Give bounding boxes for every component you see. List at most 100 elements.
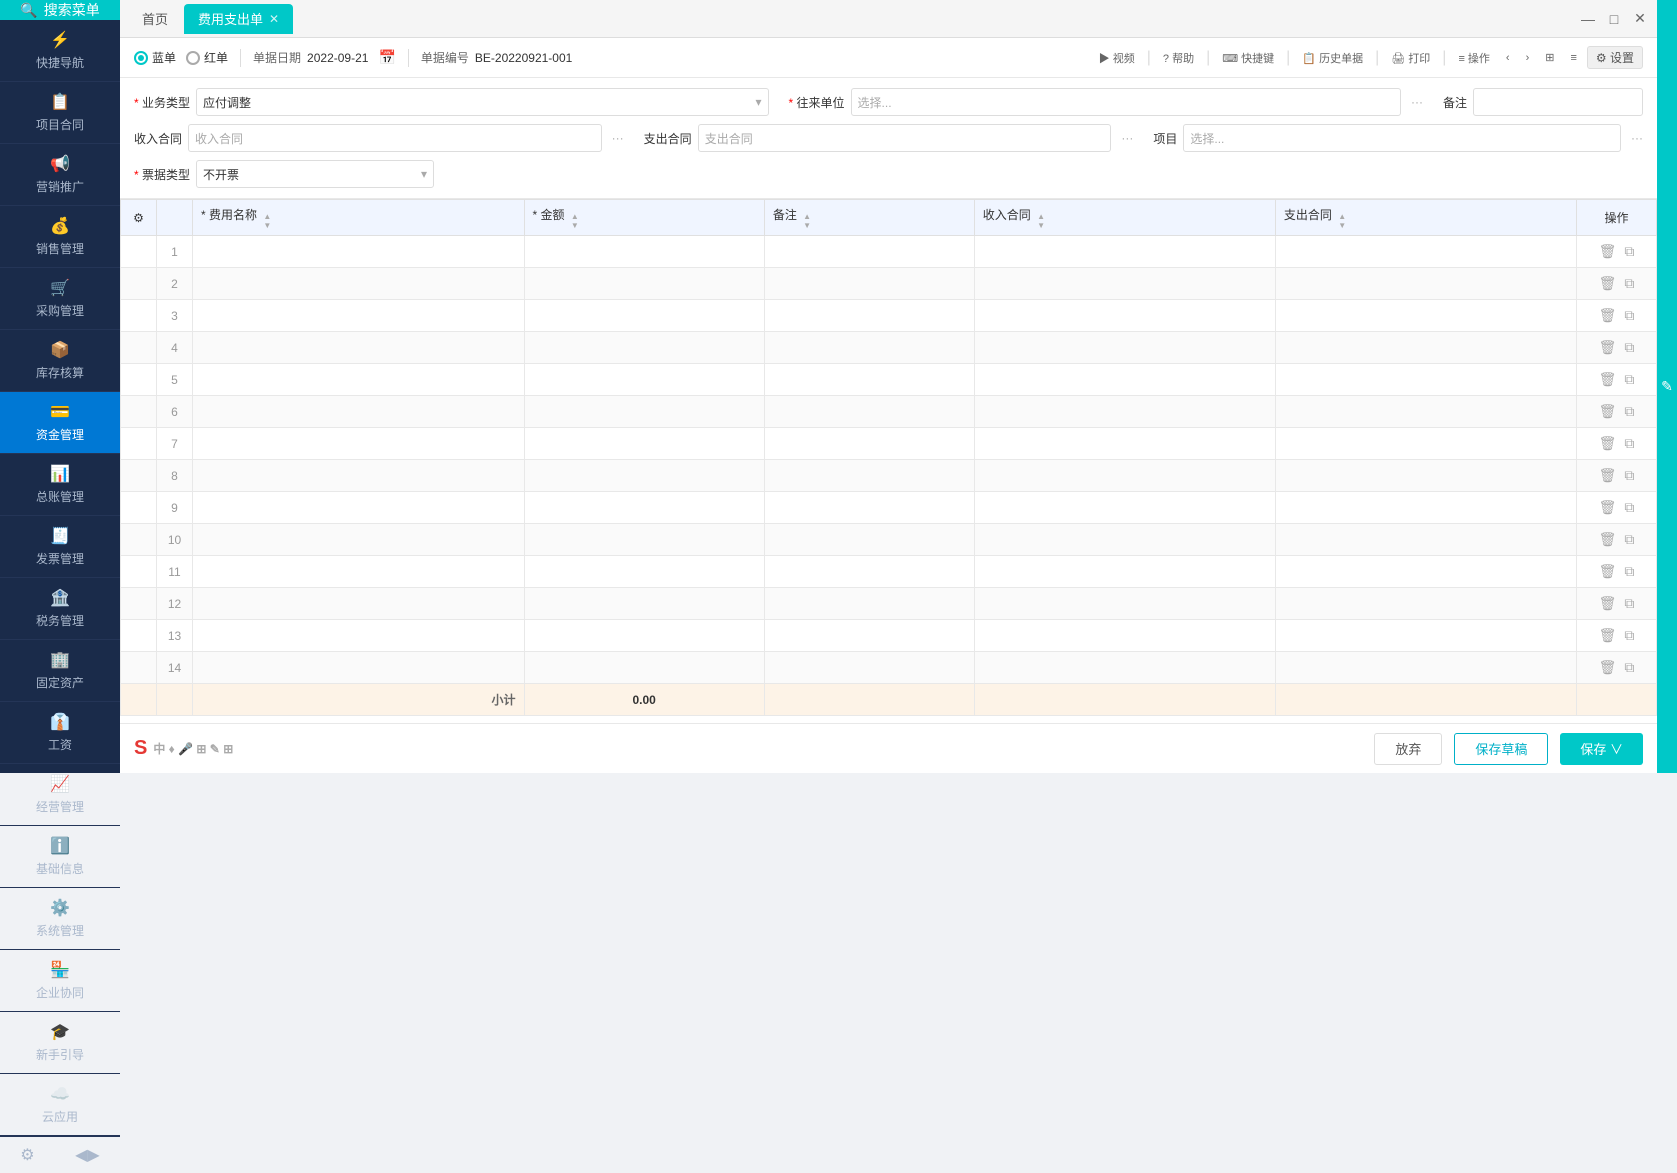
cell-income-contract-12[interactable]: [974, 588, 1275, 620]
sidebar-item-sales[interactable]: 💰 销售管理: [0, 206, 120, 268]
print-btn[interactable]: 🖨 打印: [1385, 48, 1436, 68]
radio-red[interactable]: 红单: [186, 49, 228, 66]
delete-icon-6[interactable]: 🗑: [1599, 403, 1617, 420]
sidebar-item-enterprise[interactable]: 🏪 企业协同: [0, 950, 120, 1012]
sidebar-item-salary[interactable]: 👔 工资: [0, 702, 120, 764]
project-more[interactable]: ···: [1631, 131, 1643, 145]
partner-input[interactable]: 选择...: [851, 88, 1401, 116]
cell-amount-3[interactable]: [524, 300, 764, 332]
cell-remark-1[interactable]: [764, 236, 974, 268]
col-amount[interactable]: * 金额 ▲▼: [524, 200, 764, 236]
cell-remark-6[interactable]: [764, 396, 974, 428]
window-close[interactable]: ✕: [1631, 10, 1649, 28]
speaker-icon[interactable]: ◀▶: [75, 1145, 100, 1165]
radio-blue[interactable]: 蓝单: [134, 49, 176, 66]
copy-icon-9[interactable]: ⧉: [1624, 499, 1634, 516]
sidebar-item-capital[interactable]: 💳 资金管理: [0, 392, 120, 454]
cell-remark-5[interactable]: [764, 364, 974, 396]
delete-icon-7[interactable]: 🗑: [1599, 435, 1617, 452]
copy-icon-10[interactable]: ⧉: [1624, 531, 1634, 548]
grid-view[interactable]: ⊞: [1539, 49, 1560, 66]
cell-expense-name-7[interactable]: [193, 428, 525, 460]
cell-expense-contract-1[interactable]: [1275, 236, 1576, 268]
cell-expense-name-13[interactable]: [193, 620, 525, 652]
delete-icon-8[interactable]: 🗑: [1599, 467, 1617, 484]
cell-amount-14[interactable]: [524, 652, 764, 684]
video-btn[interactable]: ▶ 视频: [1093, 48, 1141, 68]
cell-amount-4[interactable]: [524, 332, 764, 364]
cell-income-contract-11[interactable]: [974, 556, 1275, 588]
sidebar-item-inventory[interactable]: 📦 库存核算: [0, 330, 120, 392]
cell-income-contract-4[interactable]: [974, 332, 1275, 364]
list-view[interactable]: ≡: [1564, 50, 1582, 66]
cell-expense-name-12[interactable]: [193, 588, 525, 620]
sidebar-item-base-info[interactable]: ℹ️ 基础信息: [0, 826, 120, 888]
copy-icon-7[interactable]: ⧉: [1624, 435, 1634, 452]
date-value[interactable]: 2022-09-21: [307, 51, 368, 65]
income-contract-input[interactable]: 收入合同: [188, 124, 602, 152]
cell-amount-13[interactable]: [524, 620, 764, 652]
settings-icon[interactable]: ⚙: [20, 1145, 34, 1165]
copy-icon-1[interactable]: ⧉: [1624, 243, 1634, 260]
sidebar-item-invoice[interactable]: 🧾 发票管理: [0, 516, 120, 578]
delete-icon-13[interactable]: 🗑: [1599, 627, 1617, 644]
delete-icon-9[interactable]: 🗑: [1599, 499, 1617, 516]
sidebar-header[interactable]: 🔍 搜索菜单: [0, 0, 120, 20]
cell-expense-contract-14[interactable]: [1275, 652, 1576, 684]
cell-remark-2[interactable]: [764, 268, 974, 300]
notes-input[interactable]: [1473, 88, 1643, 116]
sidebar-item-accounting[interactable]: 📊 总账管理: [0, 454, 120, 516]
cell-expense-name-6[interactable]: [193, 396, 525, 428]
sidebar-item-system[interactable]: ⚙️ 系统管理: [0, 888, 120, 950]
cell-income-contract-7[interactable]: [974, 428, 1275, 460]
cell-expense-contract-6[interactable]: [1275, 396, 1576, 428]
copy-icon-5[interactable]: ⧉: [1624, 371, 1634, 388]
cell-amount-9[interactable]: [524, 492, 764, 524]
copy-icon-8[interactable]: ⧉: [1624, 467, 1634, 484]
delete-icon-11[interactable]: 🗑: [1599, 563, 1617, 580]
cell-expense-name-4[interactable]: [193, 332, 525, 364]
cell-remark-14[interactable]: [764, 652, 974, 684]
cell-remark-3[interactable]: [764, 300, 974, 332]
cell-remark-4[interactable]: [764, 332, 974, 364]
col-expense-name[interactable]: * 费用名称 ▲▼: [193, 200, 525, 236]
cell-expense-contract-2[interactable]: [1275, 268, 1576, 300]
partner-more[interactable]: ···: [1411, 95, 1423, 109]
delete-icon-14[interactable]: 🗑: [1599, 659, 1617, 676]
cell-expense-name-14[interactable]: [193, 652, 525, 684]
cell-amount-11[interactable]: [524, 556, 764, 588]
cell-amount-6[interactable]: [524, 396, 764, 428]
sidebar-item-project-contract[interactable]: 📋 项目合同: [0, 82, 120, 144]
number-value[interactable]: BE-20220921-001: [475, 51, 572, 65]
project-input[interactable]: 选择...: [1183, 124, 1621, 152]
cell-expense-name-11[interactable]: [193, 556, 525, 588]
cell-expense-contract-8[interactable]: [1275, 460, 1576, 492]
cell-expense-contract-7[interactable]: [1275, 428, 1576, 460]
col-income-contract[interactable]: 收入合同 ▲▼: [974, 200, 1275, 236]
nav-next[interactable]: ›: [1520, 50, 1536, 66]
copy-icon-13[interactable]: ⧉: [1624, 627, 1634, 644]
cell-expense-name-2[interactable]: [193, 268, 525, 300]
cell-income-contract-1[interactable]: [974, 236, 1275, 268]
cell-income-contract-3[interactable]: [974, 300, 1275, 332]
cell-expense-contract-10[interactable]: [1275, 524, 1576, 556]
sidebar-item-quick-nav[interactable]: ⚡ 快捷导航: [0, 20, 120, 82]
cell-income-contract-9[interactable]: [974, 492, 1275, 524]
col-gear[interactable]: ⚙: [121, 200, 157, 236]
window-maximize[interactable]: □: [1605, 10, 1623, 28]
copy-icon-14[interactable]: ⧉: [1624, 659, 1634, 676]
cell-expense-contract-3[interactable]: [1275, 300, 1576, 332]
delete-icon-5[interactable]: 🗑: [1599, 371, 1617, 388]
cell-income-contract-13[interactable]: [974, 620, 1275, 652]
cell-expense-name-9[interactable]: [193, 492, 525, 524]
cell-expense-contract-13[interactable]: [1275, 620, 1576, 652]
cell-amount-7[interactable]: [524, 428, 764, 460]
nav-prev[interactable]: ‹: [1500, 50, 1516, 66]
ticket-type-input[interactable]: 不开票: [196, 160, 434, 188]
cell-expense-name-10[interactable]: [193, 524, 525, 556]
copy-icon-6[interactable]: ⧉: [1624, 403, 1634, 420]
cell-remark-9[interactable]: [764, 492, 974, 524]
sidebar-item-purchase[interactable]: 🛒 采购管理: [0, 268, 120, 330]
cell-amount-1[interactable]: [524, 236, 764, 268]
cell-expense-contract-12[interactable]: [1275, 588, 1576, 620]
